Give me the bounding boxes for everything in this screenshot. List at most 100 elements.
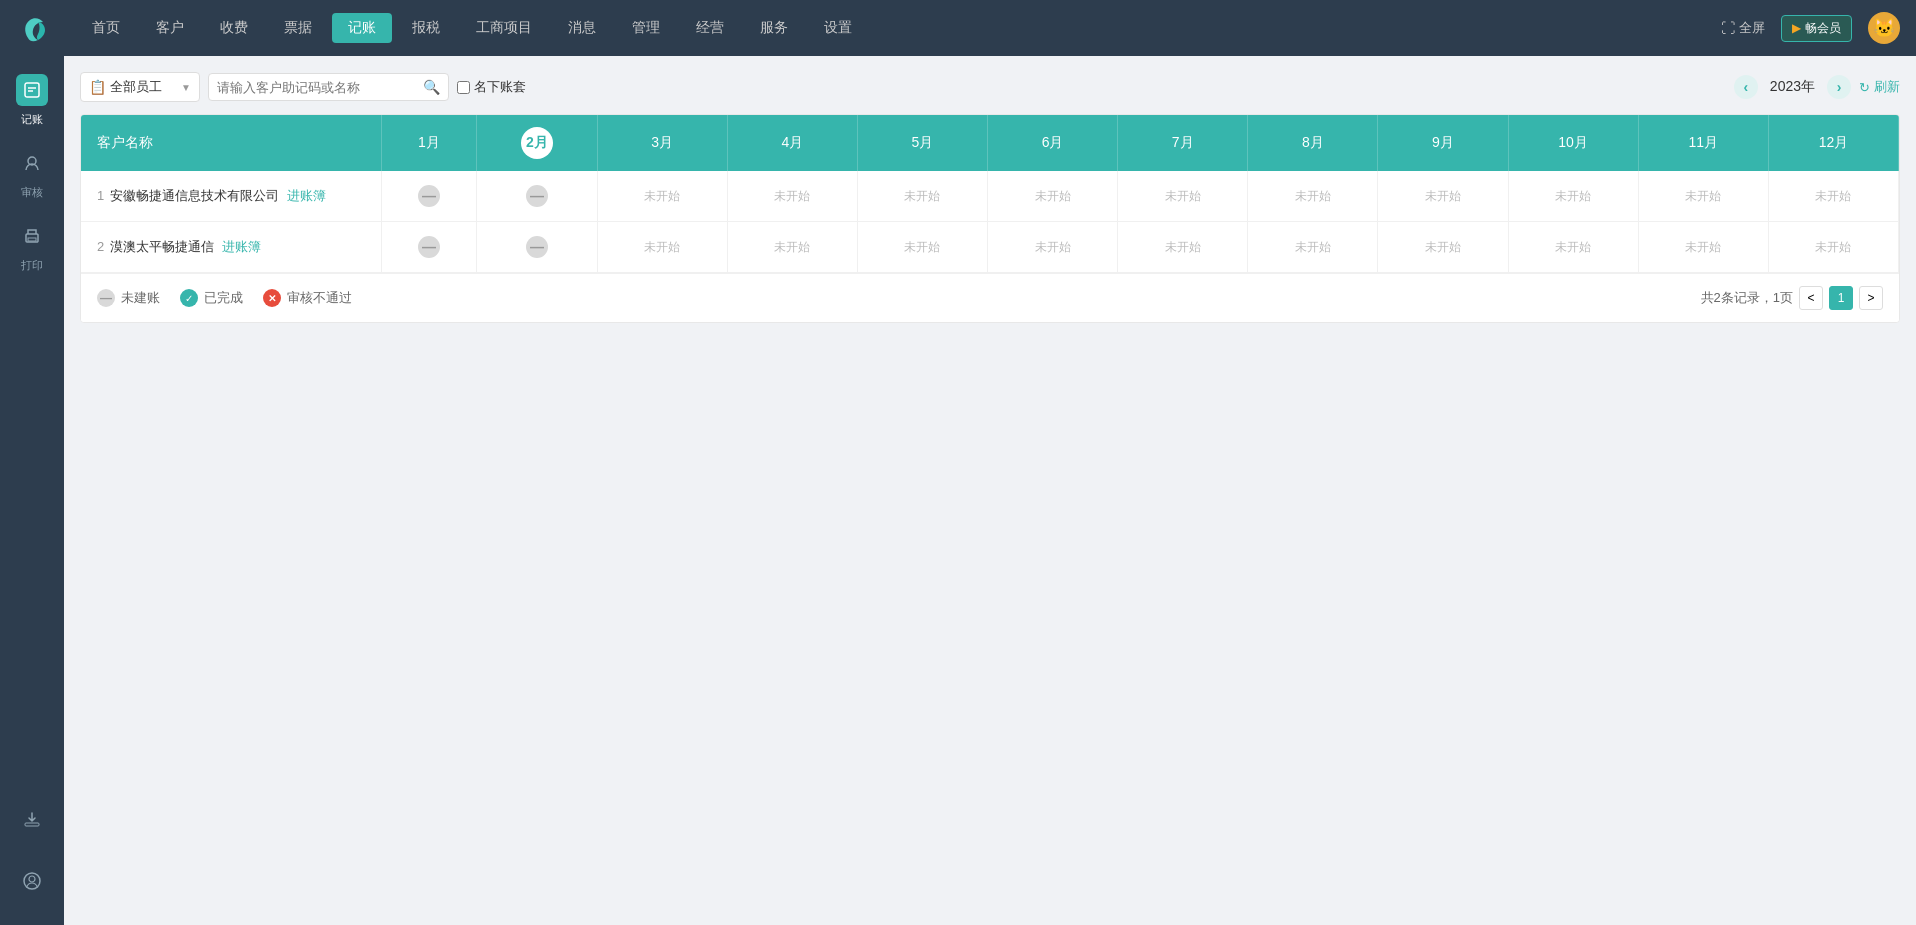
sidebar-item-audit[interactable]: 审核 (0, 137, 64, 210)
employee-filter-label: 全部员工 (110, 78, 162, 96)
month-status-cell: 未开始 (727, 222, 857, 273)
sidebar-ledger-label: 记账 (21, 112, 43, 127)
print-icon-box (16, 220, 48, 252)
active-month-circle: 2月 (521, 127, 553, 159)
nav-item-business[interactable]: 工商项目 (460, 13, 548, 43)
ledger-icon-box (16, 74, 48, 106)
status-not-started: 未开始 (1425, 240, 1461, 254)
next-page-button[interactable]: > (1859, 286, 1883, 310)
vip-button[interactable]: ▶ 畅会员 (1781, 15, 1852, 42)
nav-item-manage[interactable]: 管理 (616, 13, 676, 43)
status-not-started: 未开始 (644, 240, 680, 254)
enter-ledger-link[interactable]: 进账簿 (287, 188, 326, 203)
col-aug: 8月 (1248, 115, 1378, 171)
fullscreen-icon: ⛶ (1721, 20, 1735, 36)
prev-year-button[interactable]: ‹ (1734, 75, 1758, 99)
accounts-table-wrapper: 客户名称 1月 2月 3月 4月 5月 6月 7月 8月 9月 10月 11月 (80, 114, 1900, 323)
year-navigation: ‹ 2023年 › (1734, 75, 1851, 99)
toolbar: 📋 全部员工 ▼ 🔍 名下账套 ‹ 2023年 › ↻ 刷新 (80, 72, 1900, 102)
status-not-started: 未开始 (1165, 189, 1201, 203)
status-not-started: 未开始 (1815, 240, 1851, 254)
month-status-cell: 未开始 (1768, 222, 1898, 273)
col-nov: 11月 (1638, 115, 1768, 171)
top-navigation: 首页 客户 收费 票据 记账 报税 工商项目 消息 管理 经营 服务 设置 ⛶ … (0, 0, 1916, 56)
month-status-cell: 未开始 (857, 171, 987, 222)
accounts-table: 客户名称 1月 2月 3月 4月 5月 6月 7月 8月 9月 10月 11月 (81, 115, 1899, 273)
row-index: 2 (97, 239, 104, 254)
my-accounts-checkbox-label[interactable]: 名下账套 (457, 78, 526, 96)
month-status-cell: 未开始 (1118, 171, 1248, 222)
month-status-cell[interactable]: — (381, 171, 477, 222)
pagination: 共2条记录，1页 < 1 > (1701, 286, 1883, 310)
nav-item-invoice[interactable]: 票据 (268, 13, 328, 43)
my-accounts-checkbox[interactable] (457, 81, 470, 94)
svg-rect-5 (28, 238, 36, 241)
status-not-started: 未开始 (1555, 189, 1591, 203)
month-status-cell: 未开始 (1248, 222, 1378, 273)
month-status-cell: 未开始 (727, 171, 857, 222)
sidebar-item-profile[interactable] (0, 855, 64, 909)
sidebar-item-download[interactable] (0, 793, 64, 847)
sidebar-print-label: 打印 (21, 258, 43, 273)
status-not-started: 未开始 (1425, 189, 1461, 203)
nav-item-home[interactable]: 首页 (76, 13, 136, 43)
status-not-started: 未开始 (1685, 240, 1721, 254)
completed-dot: ✓ (180, 289, 198, 307)
col-may: 5月 (857, 115, 987, 171)
month-status-cell: 未开始 (1248, 171, 1378, 222)
sidebar-item-ledger[interactable]: 记账 (0, 64, 64, 137)
enter-ledger-link[interactable]: 进账簿 (222, 239, 261, 254)
nav-item-ledger[interactable]: 记账 (332, 13, 392, 43)
month-status-cell: 未开始 (1768, 171, 1898, 222)
nav-item-service[interactable]: 服务 (744, 13, 804, 43)
col-customer-name: 客户名称 (81, 115, 381, 171)
search-button[interactable]: 🔍 (423, 79, 440, 95)
prev-page-button[interactable]: < (1799, 286, 1823, 310)
status-dash-icon: — (526, 236, 548, 258)
vip-icon: ▶ (1792, 21, 1801, 35)
status-not-started: 未开始 (1815, 189, 1851, 203)
status-not-started: 未开始 (644, 189, 680, 203)
status-not-started: 未开始 (774, 189, 810, 203)
status-dash-icon: — (418, 236, 440, 258)
month-status-cell: 未开始 (1118, 222, 1248, 273)
month-status-cell: 未开始 (597, 171, 727, 222)
current-page-button[interactable]: 1 (1829, 286, 1853, 310)
col-mar: 3月 (597, 115, 727, 171)
col-oct: 10月 (1508, 115, 1638, 171)
employee-filter[interactable]: 📋 全部员工 ▼ (80, 72, 200, 102)
avatar-emoji: 🐱 (1873, 17, 1895, 39)
user-circle-icon (16, 865, 48, 897)
sidebar-item-print[interactable]: 打印 (0, 210, 64, 283)
search-input[interactable] (217, 80, 417, 95)
next-year-button[interactable]: › (1827, 75, 1851, 99)
status-dash-icon: — (526, 185, 548, 207)
status-not-started: 未开始 (904, 189, 940, 203)
audit-icon-box (16, 147, 48, 179)
refresh-button[interactable]: ↻ 刷新 (1859, 78, 1900, 96)
user-avatar[interactable]: 🐱 (1868, 12, 1900, 44)
month-status-cell[interactable]: — (477, 171, 597, 222)
month-status-cell: 未开始 (1508, 222, 1638, 273)
month-status-cell: 未开始 (987, 171, 1117, 222)
month-status-cell: 未开始 (1378, 222, 1508, 273)
nav-right-area: ⛶ 全屏 ▶ 畅会员 🐱 (1721, 12, 1900, 44)
nav-item-message[interactable]: 消息 (552, 13, 612, 43)
nav-item-billing[interactable]: 收费 (204, 13, 264, 43)
svg-point-8 (29, 876, 35, 882)
year-display: 2023年 (1770, 78, 1815, 96)
fullscreen-button[interactable]: ⛶ 全屏 (1721, 19, 1765, 37)
nav-item-tax[interactable]: 报税 (396, 13, 456, 43)
legend-completed: ✓ 已完成 (180, 289, 243, 307)
month-status-cell: 未开始 (1508, 171, 1638, 222)
month-status-cell[interactable]: — (381, 222, 477, 273)
nav-item-customer[interactable]: 客户 (140, 13, 200, 43)
svg-rect-0 (25, 83, 39, 97)
nav-item-operation[interactable]: 经营 (680, 13, 740, 43)
month-status-cell: 未开始 (987, 222, 1117, 273)
col-jan: 1月 (381, 115, 477, 171)
row-index: 1 (97, 188, 104, 203)
month-status-cell[interactable]: — (477, 222, 597, 273)
legend-rejected: ✕ 审核不通过 (263, 289, 352, 307)
nav-item-settings[interactable]: 设置 (808, 13, 868, 43)
